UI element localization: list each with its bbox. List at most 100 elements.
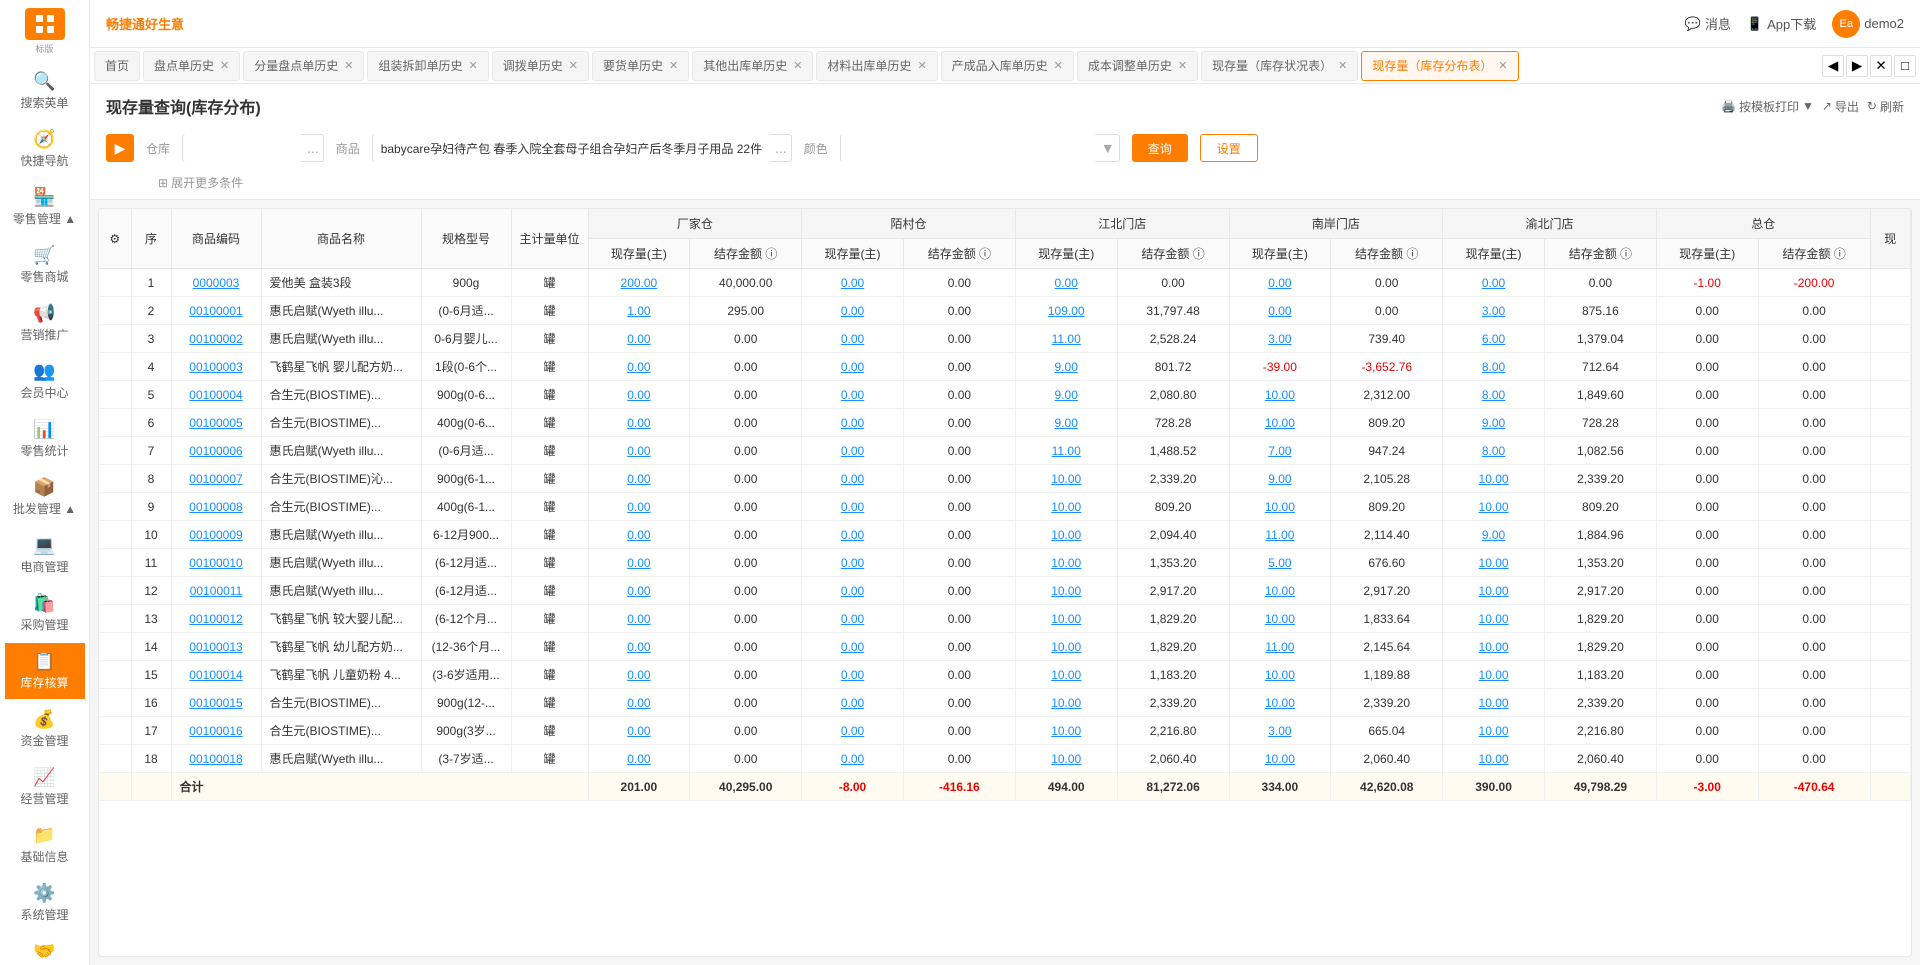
sidebar-item-member[interactable]: 👥 会员中心 — [5, 353, 85, 409]
product-picker-btn[interactable]: ... — [771, 140, 791, 156]
export-icon: ↗ — [1822, 99, 1832, 113]
sidebar-item-enterprise[interactable]: 🤝 企业协同 — [5, 933, 85, 965]
message-btn[interactable]: 💬 消息 — [1685, 14, 1731, 33]
td-total-amt: 0.00 — [1758, 549, 1870, 577]
tab-assemble[interactable]: 组装拆卸单历史✕ — [367, 51, 488, 81]
tab-home[interactable]: 首页 — [94, 51, 140, 81]
td-unit: 罐 — [511, 353, 588, 381]
sidebar-item-retail_store[interactable]: 🛒 零售商城 — [5, 237, 85, 293]
td-unit: 罐 — [511, 605, 588, 633]
setting-btn[interactable]: 设置 — [1200, 134, 1258, 162]
tab-transfer[interactable]: 调拨单历史✕ — [492, 51, 589, 81]
td-total-qty: 0.00 — [1656, 549, 1758, 577]
tab-stock_status[interactable]: 现存量（库存状况表）✕ — [1201, 51, 1358, 81]
th-total-qty: 现存量(主) — [1656, 239, 1758, 269]
tab-purchase_order[interactable]: 要货单历史✕ — [592, 51, 689, 81]
tab-close-stock_status[interactable]: ✕ — [1338, 59, 1347, 72]
export-btn[interactable]: ↗ 导出 — [1822, 98, 1859, 115]
sidebar-label-retail_store: 零售商城 — [9, 268, 81, 285]
th-setting[interactable]: ⚙ — [99, 209, 131, 269]
toggle-filter-btn[interactable]: ▶ — [106, 134, 134, 162]
app-download-btn[interactable]: 📱 App下载 — [1747, 14, 1816, 33]
tab-close-all-btn[interactable]: ✕ — [1870, 55, 1892, 77]
sidebar-item-nav[interactable]: 🧭 快捷导航 — [5, 121, 85, 177]
tab-close-transfer[interactable]: ✕ — [569, 59, 578, 72]
sidebar-item-ecommerce[interactable]: 💻 电商管理 — [5, 527, 85, 583]
tab-close-other_out[interactable]: ✕ — [793, 59, 802, 72]
tab-sub_inventory[interactable]: 分量盘点单历史✕ — [243, 51, 364, 81]
sidebar-item-purchase[interactable]: 🛍️ 采购管理 — [5, 585, 85, 641]
tab-product_in[interactable]: 产成品入库单历史✕ — [941, 51, 1074, 81]
sidebar-label-ecommerce: 电商管理 — [9, 558, 81, 575]
print-btn[interactable]: 🖨️ 按模板打印 ▼ — [1721, 98, 1814, 115]
main-content: 现存量查询(库存分布) 🖨️ 按模板打印 ▼ ↗ 导出 ↻ 刷新 ▶ — [90, 84, 1920, 965]
sidebar-item-retail_stats[interactable]: 📊 零售统计 — [5, 411, 85, 467]
page-title: 现存量查询(库存分布) — [106, 94, 261, 118]
color-picker-btn[interactable]: ▼ — [1097, 140, 1119, 156]
tab-other_out[interactable]: 其他出库单历史✕ — [692, 51, 813, 81]
td-spec: 6-12月900... — [421, 521, 511, 549]
td-na-amt: 676.60 — [1331, 549, 1443, 577]
sidebar-item-system[interactable]: ⚙️ 系统管理 — [5, 875, 85, 931]
warehouse-picker-btn[interactable]: ... — [303, 140, 323, 156]
td-name: 合生元(BIOSTIME)... — [261, 409, 421, 437]
sidebar-item-wholesale[interactable]: 📦 批发管理 ▲ — [5, 469, 85, 525]
product-input[interactable] — [373, 134, 771, 162]
sidebar-item-business[interactable]: 📈 经营管理 — [5, 759, 85, 815]
tab-close-cost_adjust[interactable]: ✕ — [1178, 59, 1187, 72]
td-jb-amt: 2,917.20 — [1117, 577, 1229, 605]
td-sum-mc-amt: -416.16 — [903, 773, 1015, 801]
expand-conditions-btn[interactable]: ⊞ 展开更多条件 — [158, 174, 243, 191]
td-fj-qty: 0.00 — [588, 745, 690, 773]
tab-material_out[interactable]: 材料出库单历史✕ — [816, 51, 937, 81]
sidebar-item-search[interactable]: 🔍 搜索英单 — [5, 63, 85, 119]
tab-stock_dist[interactable]: 现存量（库存分布表） ✕ — [1361, 51, 1518, 81]
td-na-qty: 9.00 — [1229, 465, 1331, 493]
tab-next-btn[interactable]: ▶ — [1846, 55, 1868, 77]
user-area[interactable]: Ea demo2 — [1832, 10, 1904, 38]
sidebar-item-basic[interactable]: 📁 基础信息 — [5, 817, 85, 873]
td-unit: 罐 — [511, 465, 588, 493]
tab-cost_adjust[interactable]: 成本调整单历史✕ — [1077, 51, 1198, 81]
tab-expand-btn[interactable]: □ — [1894, 55, 1916, 77]
refresh-btn[interactable]: ↻ 刷新 — [1867, 98, 1904, 115]
sidebar-item-finance[interactable]: 💰 资金管理 — [5, 701, 85, 757]
td-setting — [99, 325, 131, 353]
sidebar-item-retail_mgmt[interactable]: 🏪 零售管理 ▲ — [5, 179, 85, 235]
table-row: 7 00100006 惠氏启赋(Wyeth illu... (0-6月适... … — [99, 437, 1911, 465]
tab-label-home: 首页 — [105, 57, 129, 74]
query-btn[interactable]: 查询 — [1132, 134, 1188, 162]
sidebar-label-marketing: 营销推广 — [9, 326, 81, 343]
table-row: 11 00100010 惠氏启赋(Wyeth illu... (6-12月适..… — [99, 549, 1911, 577]
tab-label-stock_dist: 现存量（库存分布表） — [1372, 57, 1492, 74]
tab-close-purchase_order[interactable]: ✕ — [669, 59, 678, 72]
td-total-qty: 0.00 — [1656, 409, 1758, 437]
td-fj-qty: 0.00 — [588, 661, 690, 689]
print-icon: 🖨️ — [1721, 99, 1736, 113]
color-input[interactable] — [841, 134, 1097, 162]
tab-inventory_single[interactable]: 盘点单历史✕ — [143, 51, 240, 81]
warehouse-input[interactable] — [183, 134, 303, 162]
td-fj-qty: 0.00 — [588, 689, 690, 717]
td-name: 惠氏启赋(Wyeth illu... — [261, 745, 421, 773]
app-download-label: App下载 — [1767, 14, 1816, 33]
tab-close-product_in[interactable]: ✕ — [1054, 59, 1063, 72]
td-spec: 900g(0-6... — [421, 381, 511, 409]
tab-close-sub_inventory[interactable]: ✕ — [344, 59, 353, 72]
sidebar-item-inventory[interactable]: 📋 库存核算 — [5, 643, 85, 699]
td-na-amt: 2,917.20 — [1331, 577, 1443, 605]
tab-close-inventory_single[interactable]: ✕ — [220, 59, 229, 72]
td-name: 惠氏启赋(Wyeth illu... — [261, 297, 421, 325]
app-title: 畅捷通好生意 — [106, 14, 184, 33]
tab-close-assemble[interactable]: ✕ — [469, 59, 478, 72]
tab-close-stock_dist[interactable]: ✕ — [1498, 59, 1507, 72]
sidebar-item-marketing[interactable]: 📢 营销推广 — [5, 295, 85, 351]
avatar: Ea — [1832, 10, 1860, 38]
td-yb-amt: 809.20 — [1544, 493, 1656, 521]
td-na-qty: 11.00 — [1229, 521, 1331, 549]
tab-prev-btn[interactable]: ◀ — [1822, 55, 1844, 77]
td-jb-qty: 109.00 — [1015, 297, 1117, 325]
td-yb-qty: 10.00 — [1443, 549, 1545, 577]
td-na-qty: 10.00 — [1229, 661, 1331, 689]
tab-close-material_out[interactable]: ✕ — [917, 59, 926, 72]
